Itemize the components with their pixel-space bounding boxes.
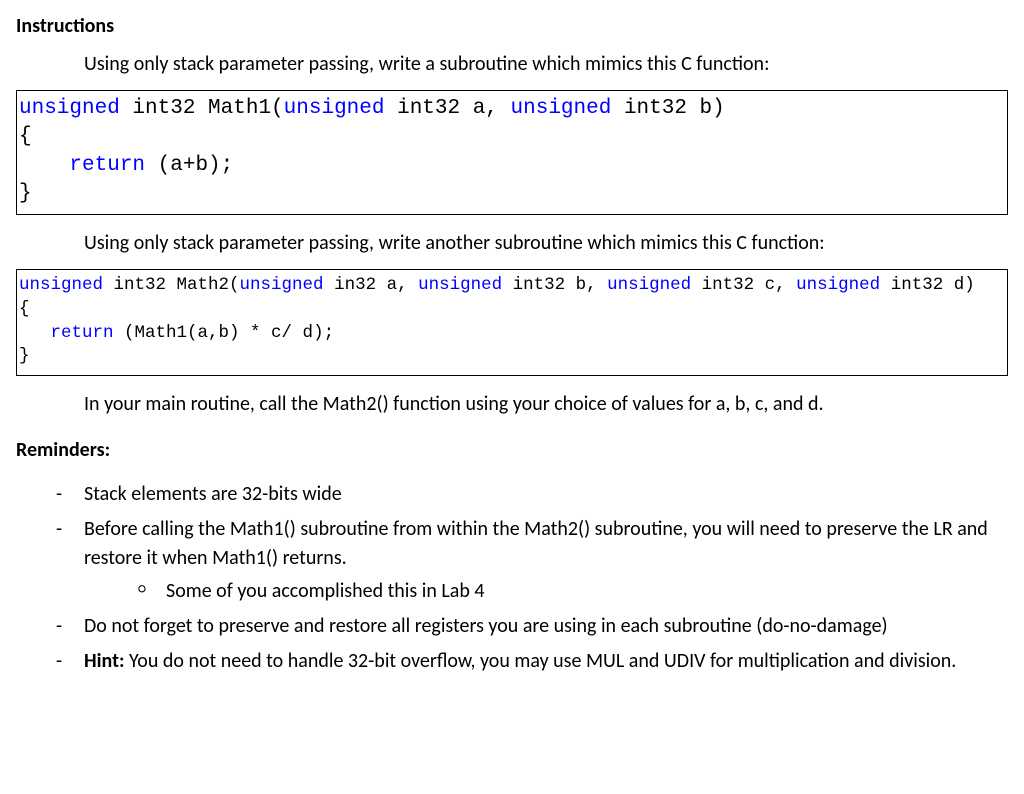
list-item: Do not forget to preserve and restore al… — [56, 612, 1008, 641]
keyword-unsigned: unsigned — [240, 275, 324, 295]
code-text: int32 d) — [880, 275, 975, 295]
code-text: (Math1(a,b) * c/ d); — [114, 323, 335, 343]
reminder-text: Do not forget to preserve and restore al… — [84, 614, 888, 638]
code-text: int32 b, — [502, 275, 607, 295]
reminders-heading: Reminders: — [16, 438, 1008, 462]
code-text: int32 c, — [691, 275, 796, 295]
instructions-heading: Instructions — [16, 14, 1008, 38]
list-item: Before calling the Math1() subroutine fr… — [56, 515, 1008, 606]
document-page: Instructions Using only stack parameter … — [0, 0, 1024, 706]
reminders-list: Stack elements are 32-bits wide Before c… — [56, 480, 1008, 676]
code-brace-open: { — [19, 299, 30, 319]
reminder-text: Stack elements are 32-bits wide — [84, 482, 342, 506]
keyword-unsigned: unsigned — [418, 275, 502, 295]
reminder-subtext: Some of you accomplished this in Lab 4 — [166, 579, 485, 603]
keyword-unsigned: unsigned — [607, 275, 691, 295]
list-item: Stack elements are 32-bits wide — [56, 480, 1008, 509]
paragraph-3: In your main routine, call the Math2() f… — [84, 392, 1008, 416]
keyword-unsigned: unsigned — [19, 97, 120, 120]
keyword-unsigned: unsigned — [284, 97, 385, 120]
reminder-text: You do not need to handle 32-bit overflo… — [125, 649, 957, 673]
paragraph-2: Using only stack parameter passing, writ… — [84, 231, 1008, 255]
code-indent — [19, 154, 69, 177]
keyword-return: return — [51, 323, 114, 343]
keyword-unsigned: unsigned — [19, 275, 103, 295]
keyword-return: return — [69, 154, 145, 177]
sublist-item: Some of you accomplished this in Lab 4 — [138, 577, 1008, 606]
code-block-math1: unsigned int32 Math1(unsigned int32 a, u… — [16, 90, 1008, 215]
reminders-colon: : — [105, 438, 111, 462]
code-brace-close: } — [19, 182, 32, 205]
code-text: int32 Math1( — [120, 97, 284, 120]
reminders-sublist: Some of you accomplished this in Lab 4 — [138, 577, 1008, 606]
code-brace-open: { — [19, 125, 32, 148]
list-item: Hint: You do not need to handle 32-bit o… — [56, 647, 1008, 676]
reminders-heading-text: Reminders — [16, 438, 105, 462]
code-brace-close: } — [19, 346, 30, 366]
keyword-unsigned: unsigned — [796, 275, 880, 295]
code-text: int32 b) — [611, 97, 724, 120]
code-text: in32 a, — [324, 275, 419, 295]
reminder-text: Before calling the Math1() subroutine fr… — [84, 517, 988, 570]
code-indent — [19, 323, 51, 343]
hint-label: Hint: — [84, 649, 125, 673]
code-text: int32 Math2( — [103, 275, 240, 295]
code-text: (a+b); — [145, 154, 233, 177]
code-text: int32 a, — [384, 97, 510, 120]
code-block-math2: unsigned int32 Math2(unsigned in32 a, un… — [16, 269, 1008, 376]
paragraph-1: Using only stack parameter passing, writ… — [84, 52, 1008, 76]
keyword-unsigned: unsigned — [511, 97, 612, 120]
